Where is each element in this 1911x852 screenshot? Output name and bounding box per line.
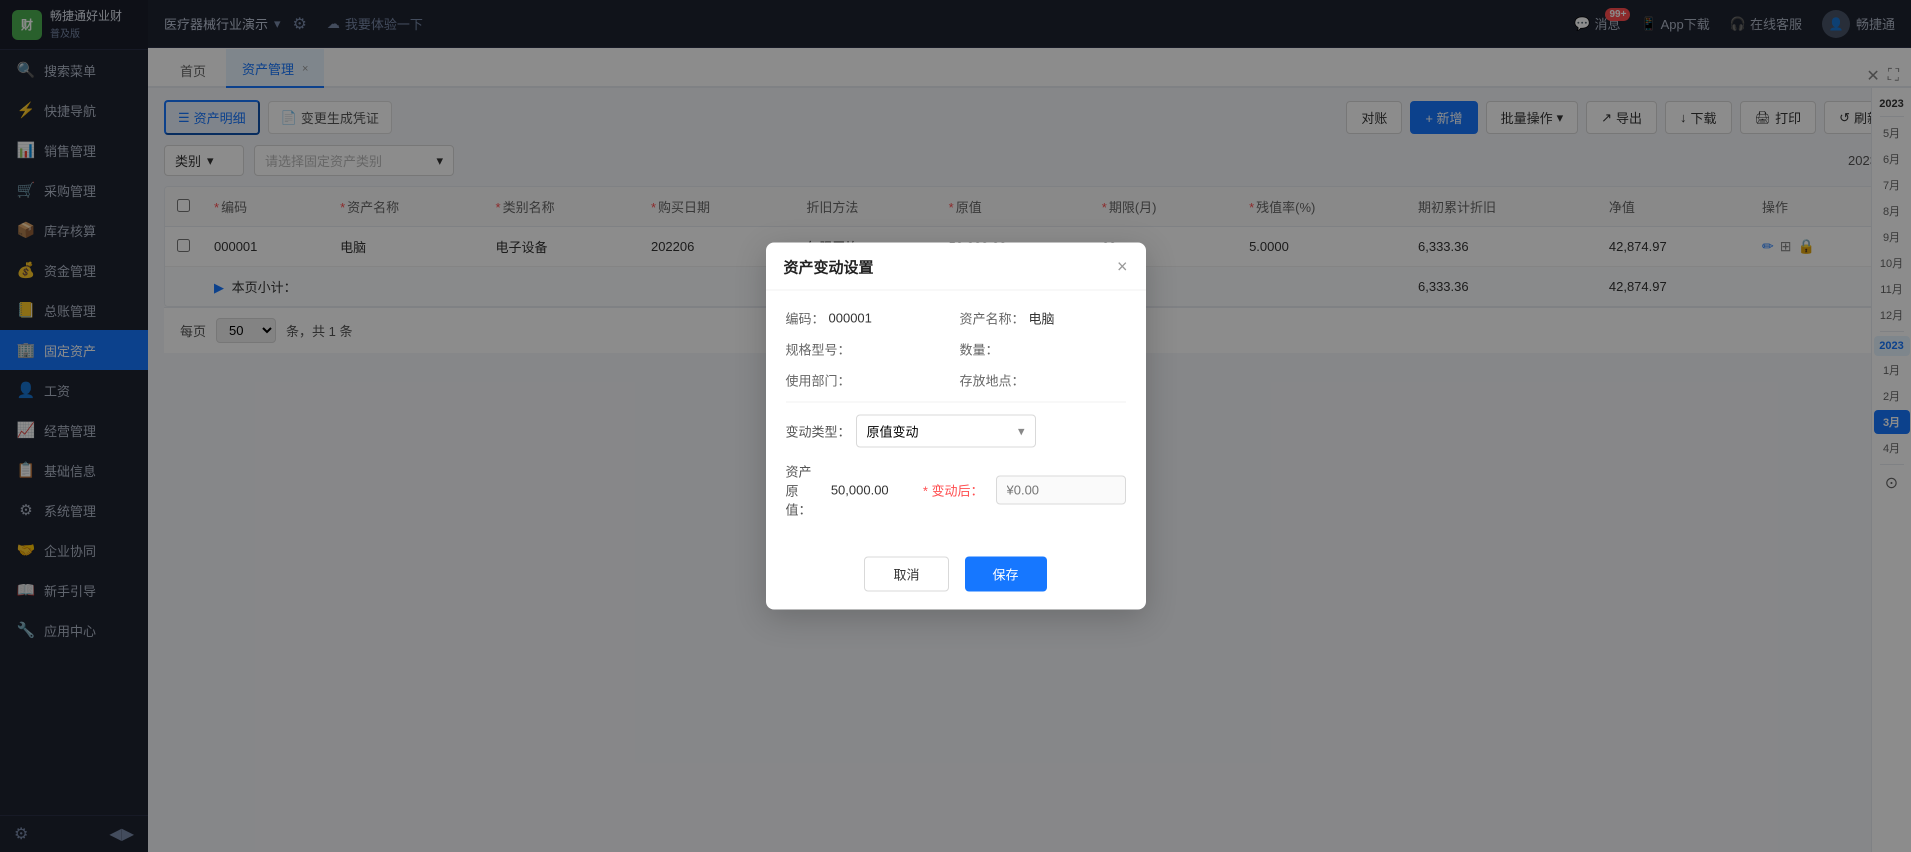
modal-name-field: 资产名称： 电脑 xyxy=(960,309,1126,328)
original-value-value: 50,000.00 xyxy=(831,477,911,504)
modal-spec-field: 规格型号： xyxy=(786,340,952,359)
cancel-btn[interactable]: 取消 xyxy=(864,557,948,592)
quantity-label: 数量： xyxy=(960,340,999,359)
modal-row-3: 使用部门： 存放地点： xyxy=(786,371,1126,390)
modal-change-type-row: 变动类型： 原值变动 ▾ xyxy=(786,415,1126,448)
modal-row-1: 编码： 000001 资产名称： 电脑 xyxy=(786,309,1126,328)
modal-code-field: 编码： 000001 xyxy=(786,309,952,328)
modal-row-2: 规格型号： 数量： xyxy=(786,340,1126,359)
after-change-input[interactable] xyxy=(996,476,1126,505)
asset-change-modal: 资产变动设置 × 编码： 000001 资产名称： 电脑 规格型号： 数量： xyxy=(766,243,1146,610)
original-value-label: 资产原值： xyxy=(786,462,819,519)
modal-location-field: 存放地点： xyxy=(960,371,1126,390)
code-label: 编码： xyxy=(786,309,825,328)
after-change-label: * 变动后： xyxy=(923,481,984,500)
code-value: 000001 xyxy=(829,311,872,326)
change-type-label: 变动类型： xyxy=(786,422,856,441)
modal-divider-1 xyxy=(786,402,1126,403)
change-type-select[interactable]: 原值变动 ▾ xyxy=(856,415,1036,448)
asset-name-value: 电脑 xyxy=(1029,309,1055,328)
location-label: 存放地点： xyxy=(960,371,1025,390)
change-type-value: 原值变动 xyxy=(867,422,919,441)
modal-close-icon[interactable]: × xyxy=(1117,257,1128,278)
modal-header: 资产变动设置 × xyxy=(766,243,1146,291)
modal-quantity-field: 数量： xyxy=(960,340,1126,359)
spec-label: 规格型号： xyxy=(786,340,851,359)
modal-title: 资产变动设置 xyxy=(784,257,874,278)
modal-footer: 取消 保存 xyxy=(766,551,1146,610)
save-btn[interactable]: 保存 xyxy=(965,557,1047,592)
modal-dept-field: 使用部门： xyxy=(786,371,952,390)
dept-label: 使用部门： xyxy=(786,371,851,390)
modal-value-row: 资产原值： 50,000.00 * 变动后： xyxy=(786,462,1126,519)
asset-name-label: 资产名称： xyxy=(960,309,1025,328)
change-type-arrow-icon: ▾ xyxy=(1018,423,1025,439)
modal-body: 编码： 000001 资产名称： 电脑 规格型号： 数量： 使用部门： xyxy=(766,291,1146,551)
